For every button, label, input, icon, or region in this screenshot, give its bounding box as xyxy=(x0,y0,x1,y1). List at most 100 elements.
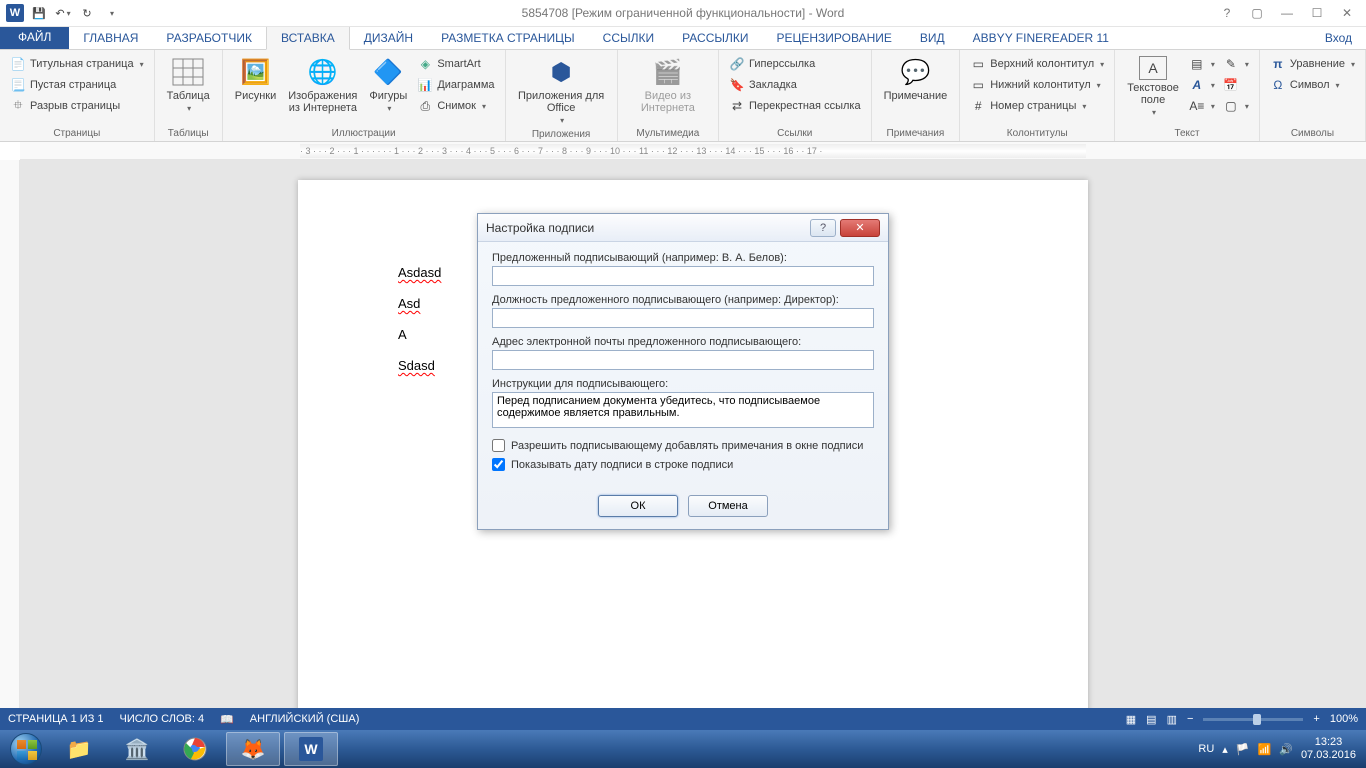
office-apps-icon: ⬢ xyxy=(545,56,577,88)
bookmark-button[interactable]: 🔖Закладка xyxy=(727,75,863,95)
group-header-footer-label: Колонтитулы xyxy=(968,126,1106,139)
object-icon: ▢ xyxy=(1223,98,1239,114)
wordart-button[interactable]: A▾ xyxy=(1187,75,1217,95)
view-print-icon[interactable]: ▤ xyxy=(1146,713,1156,726)
zoom-out-icon[interactable]: − xyxy=(1187,713,1193,725)
ruler-vertical[interactable] xyxy=(0,160,20,730)
drop-cap-button[interactable]: A≡▾ xyxy=(1187,96,1217,116)
header-button[interactable]: ▭Верхний колонтитул▾ xyxy=(968,54,1106,74)
tray-lang[interactable]: RU xyxy=(1198,743,1214,755)
taskbar-explorer[interactable]: 📁 xyxy=(52,732,106,766)
signature-button[interactable]: ✎▾ xyxy=(1221,54,1251,74)
allow-comments-checkbox[interactable] xyxy=(492,439,505,452)
smartart-button[interactable]: ◈SmartArt xyxy=(415,54,496,74)
online-pictures-button[interactable]: 🌐Изображения из Интернета xyxy=(284,54,361,116)
blank-page-button[interactable]: 📃Пустая страница xyxy=(8,75,146,95)
undo-icon[interactable]: ↶▾ xyxy=(52,2,74,24)
taskbar-chrome[interactable] xyxy=(168,732,222,766)
pictures-button[interactable]: 🖼️Рисунки xyxy=(231,54,281,104)
table-button[interactable]: Таблица▾ xyxy=(163,54,214,115)
footer-button[interactable]: ▭Нижний колонтитул▾ xyxy=(968,75,1106,95)
taskbar-firefox[interactable]: 🦊 xyxy=(226,732,280,766)
tray-flag-icon[interactable]: ▴ xyxy=(1222,743,1228,756)
dialog-close-button[interactable]: ✕ xyxy=(840,219,880,237)
screenshot-button[interactable]: ⎙Снимок▾ xyxy=(415,96,496,116)
symbol-icon: Ω xyxy=(1270,77,1286,93)
signature-setup-dialog: Настройка подписи ? ✕ Предложенный подпи… xyxy=(477,213,889,530)
office-apps-button[interactable]: ⬢Приложения для Office▾ xyxy=(514,54,609,127)
group-tables: Таблица▾ Таблицы xyxy=(155,50,223,141)
online-video-button[interactable]: 🎬Видео из Интернета xyxy=(626,54,710,116)
tab-insert[interactable]: ВСТАВКА xyxy=(266,26,350,50)
redo-icon[interactable]: ↻ xyxy=(76,2,98,24)
minimize-icon[interactable]: — xyxy=(1278,4,1296,22)
signer-email-input[interactable] xyxy=(492,350,874,370)
tray-network-icon[interactable]: 📶 xyxy=(1258,743,1272,756)
symbol-button[interactable]: ΩСимвол▾ xyxy=(1268,75,1357,95)
tab-home[interactable]: ГЛАВНАЯ xyxy=(69,27,152,49)
cover-page-button[interactable]: 📄Титульная страница▾ xyxy=(8,54,146,74)
signer-title-input[interactable] xyxy=(492,308,874,328)
video-icon: 🎬 xyxy=(652,56,684,88)
instructions-label: Инструкции для подписывающего: xyxy=(492,378,874,390)
status-page[interactable]: СТРАНИЦА 1 ИЗ 1 xyxy=(8,713,104,725)
status-lang[interactable]: АНГЛИЙСКИЙ (США) xyxy=(250,713,360,725)
ribbon-display-icon[interactable]: ▢ xyxy=(1248,4,1266,22)
signer-email-label: Адрес электронной почты предложенного по… xyxy=(492,336,874,348)
signer-input[interactable] xyxy=(492,266,874,286)
shapes-button[interactable]: 🔷Фигуры▾ xyxy=(365,54,411,115)
page-number-button[interactable]: #Номер страницы▾ xyxy=(968,96,1106,116)
tab-page-layout[interactable]: РАЗМЕТКА СТРАНИЦЫ xyxy=(427,27,589,49)
footer-icon: ▭ xyxy=(970,77,986,93)
crossref-button[interactable]: ⇄Перекрестная ссылка xyxy=(727,96,863,116)
qat-customize-icon[interactable]: ▾ xyxy=(100,2,122,24)
ruler-horizontal[interactable]: · 3 · · · 2 · · · 1 · · · · · · 1 · · · … xyxy=(20,142,1366,160)
tab-references[interactable]: ССЫЛКИ xyxy=(589,27,668,49)
bookmark-icon: 🔖 xyxy=(729,77,745,93)
taskbar-app-red[interactable]: 🏛️ xyxy=(110,732,164,766)
show-date-checkbox[interactable] xyxy=(492,458,505,471)
tab-view[interactable]: ВИД xyxy=(906,27,959,49)
object-button[interactable]: ▢▾ xyxy=(1221,96,1251,116)
zoom-slider[interactable] xyxy=(1203,718,1303,721)
instructions-textarea[interactable]: Перед подписанием документа убедитесь, ч… xyxy=(492,392,874,428)
status-proofing-icon[interactable]: 📖 xyxy=(220,713,234,726)
zoom-level[interactable]: 100% xyxy=(1330,713,1358,725)
tray-clock[interactable]: 13:23 07.03.2016 xyxy=(1301,736,1356,762)
tab-mailings[interactable]: РАССЫЛКИ xyxy=(668,27,762,49)
tab-file[interactable]: ФАЙЛ xyxy=(0,25,69,49)
group-comments-label: Примечания xyxy=(880,126,952,139)
tab-abbyy[interactable]: ABBYY FineReader 11 xyxy=(959,27,1123,49)
comment-button[interactable]: 💬Примечание xyxy=(880,54,952,104)
view-read-icon[interactable]: ▦ xyxy=(1126,713,1136,726)
date-time-button[interactable]: 📅 xyxy=(1221,75,1251,95)
status-words[interactable]: ЧИСЛО СЛОВ: 4 xyxy=(120,713,205,725)
ribbon-tabs: ФАЙЛ ГЛАВНАЯ Разработчик ВСТАВКА ДИЗАЙН … xyxy=(0,27,1366,50)
tab-design[interactable]: ДИЗАЙН xyxy=(350,27,427,49)
close-icon[interactable]: ✕ xyxy=(1338,4,1356,22)
view-web-icon[interactable]: ▥ xyxy=(1167,713,1177,726)
taskbar-word[interactable]: W xyxy=(284,732,338,766)
dialog-help-button[interactable]: ? xyxy=(810,219,836,237)
zoom-in-icon[interactable]: + xyxy=(1313,713,1319,725)
dialog-titlebar[interactable]: Настройка подписи ? ✕ xyxy=(478,214,888,242)
sign-in-link[interactable]: Вход xyxy=(1311,27,1366,49)
page-break-button[interactable]: ⯐Разрыв страницы xyxy=(8,96,146,116)
cancel-button[interactable]: Отмена xyxy=(688,495,768,517)
chart-button[interactable]: 📊Диаграмма xyxy=(415,75,496,95)
quick-parts-button[interactable]: ▤▾ xyxy=(1187,54,1217,74)
app-icon[interactable]: W xyxy=(4,2,26,24)
ok-button[interactable]: ОК xyxy=(598,495,678,517)
tray-volume-icon[interactable]: 🔊 xyxy=(1279,743,1293,756)
hyperlink-button[interactable]: 🔗Гиперссылка xyxy=(727,54,863,74)
help-icon[interactable]: ? xyxy=(1218,4,1236,22)
save-icon[interactable]: 💾 xyxy=(28,2,50,24)
tab-developer[interactable]: Разработчик xyxy=(152,27,266,49)
start-button[interactable] xyxy=(4,732,48,766)
equation-button[interactable]: πУравнение▾ xyxy=(1268,54,1357,74)
tab-review[interactable]: РЕЦЕНЗИРОВАНИЕ xyxy=(763,27,906,49)
textbox-button[interactable]: AТекстовое поле▾ xyxy=(1123,54,1183,119)
maximize-icon[interactable]: ☐ xyxy=(1308,4,1326,22)
tray-action-center-icon[interactable]: 🏳️ xyxy=(1236,743,1250,756)
system-tray: RU ▴ 🏳️ 📶 🔊 13:23 07.03.2016 xyxy=(1198,736,1362,762)
